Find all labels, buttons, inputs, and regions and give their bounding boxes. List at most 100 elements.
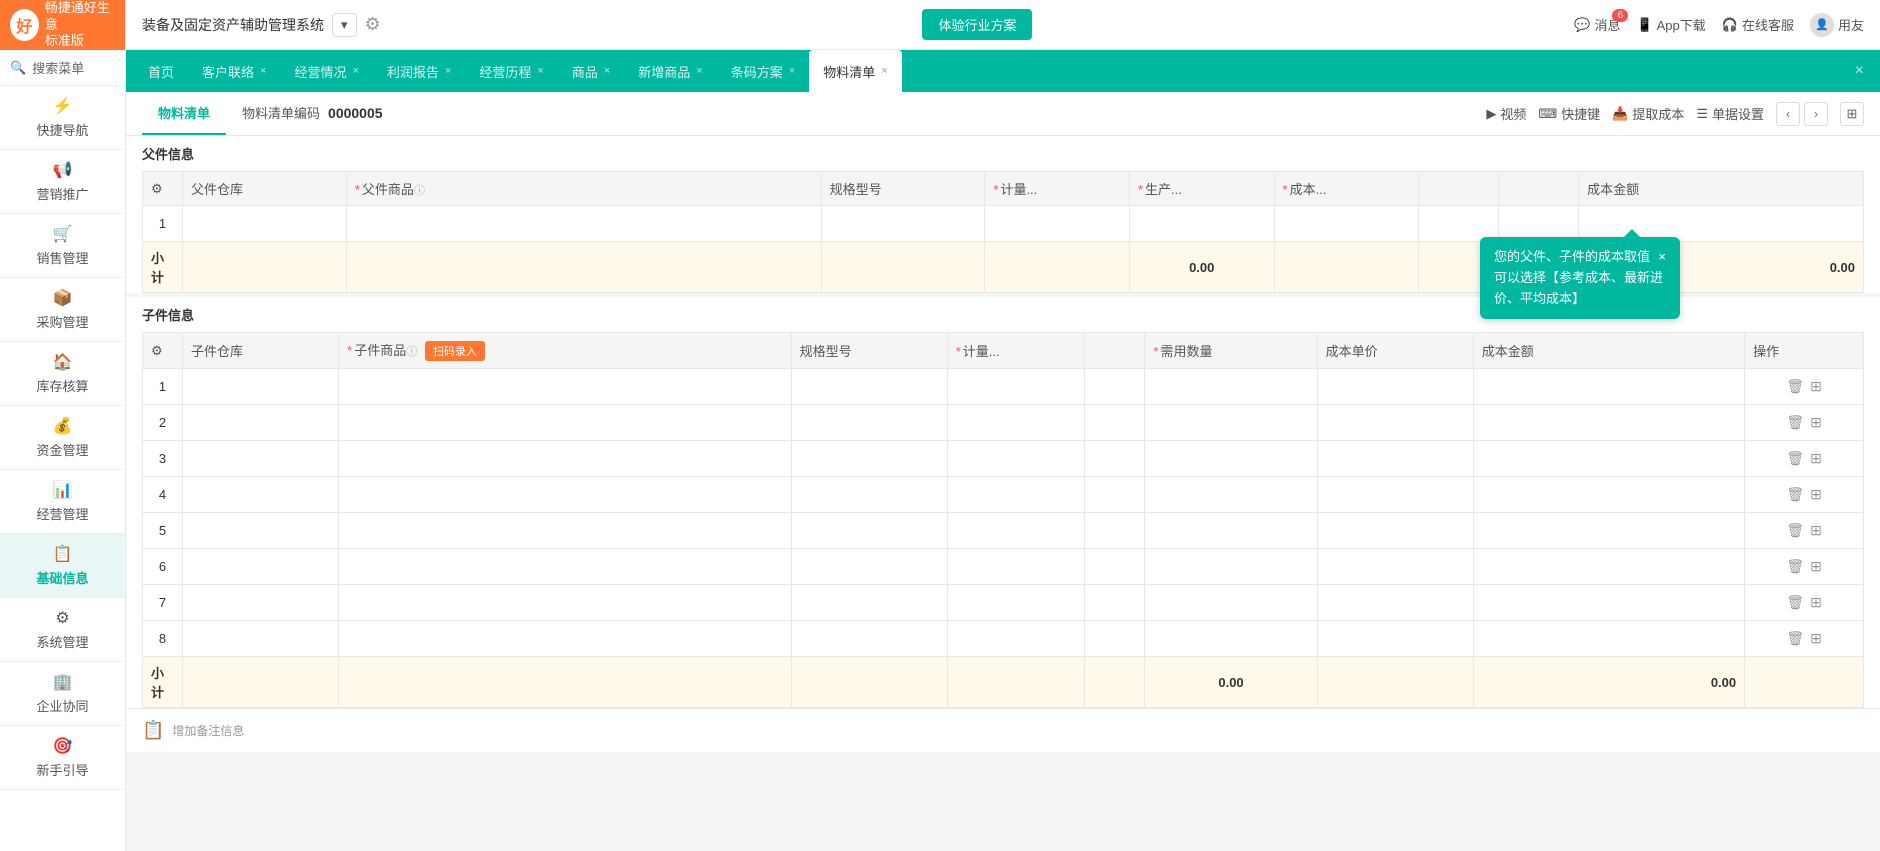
sidebar-item-finance[interactable]: 💰 资金管理 [0, 406, 125, 470]
page-tab-bom-code[interactable]: 物料清单编码 0000005 [226, 92, 399, 135]
child-row-unit-cost[interactable] [1317, 441, 1473, 477]
sidebar-item-guide[interactable]: 🎯 新手引导 [0, 726, 125, 790]
tab-operations[interactable]: 经营情况 × [280, 50, 372, 92]
tab-close-icon[interactable]: × [537, 65, 543, 77]
single-settings-btn[interactable]: ☰ 单据设置 [1696, 104, 1764, 123]
tab-goods[interactable]: 商品 × [558, 50, 624, 92]
delete-icon[interactable]: 🗑 [1786, 450, 1804, 467]
child-row-unit-cost[interactable] [1317, 585, 1473, 621]
parent-row-cost[interactable] [1274, 206, 1419, 242]
page-tab-bom-list[interactable]: 物料清单 [142, 92, 226, 135]
parent-row-warehouse[interactable] [183, 206, 347, 242]
sidebar-item-quick-nav[interactable]: ⚡ 快捷导航 [0, 86, 125, 150]
tab-customer[interactable]: 客户联络 × [188, 50, 280, 92]
child-row-spec[interactable] [791, 405, 947, 441]
trial-button[interactable]: 体验行业方案 [922, 9, 1032, 40]
tab-close-icon[interactable]: × [260, 65, 266, 77]
delete-icon[interactable]: 🗑 [1786, 378, 1804, 395]
copy-icon[interactable]: ⊞ [1810, 378, 1822, 395]
child-row-spec[interactable] [791, 621, 947, 657]
parent-row-unit[interactable] [985, 206, 1130, 242]
child-row-spec[interactable] [791, 513, 947, 549]
copy-icon[interactable]: ⊞ [1810, 630, 1822, 647]
view-btn[interactable]: ▶ 视频 [1486, 104, 1526, 123]
copy-icon[interactable]: ⊞ [1810, 450, 1822, 467]
child-row-unit[interactable] [947, 477, 1085, 513]
sidebar-item-sales[interactable]: 🛒 销售管理 [0, 214, 125, 278]
child-row-warehouse[interactable] [183, 513, 339, 549]
child-row-unit[interactable] [947, 405, 1085, 441]
tab-barcode[interactable]: 条码方案 × [717, 50, 809, 92]
settings-icon[interactable]: ⚙ [365, 14, 381, 35]
delete-icon[interactable]: 🗑 [1786, 630, 1804, 647]
child-row-unit-cost[interactable] [1317, 477, 1473, 513]
copy-icon[interactable]: ⊞ [1810, 486, 1822, 503]
scan-btn[interactable]: 扫码录入 [425, 341, 485, 361]
child-row-qty[interactable] [1145, 369, 1317, 405]
tab-close-icon[interactable]: × [604, 65, 610, 77]
delete-icon[interactable]: 🗑 [1786, 558, 1804, 575]
child-row-spec[interactable] [791, 441, 947, 477]
child-row-unit[interactable] [947, 369, 1085, 405]
child-row-spec[interactable] [791, 477, 947, 513]
sidebar-item-operations[interactable]: 📊 经营管理 [0, 470, 125, 534]
child-row-qty[interactable] [1145, 405, 1317, 441]
child-row-product[interactable] [339, 369, 791, 405]
copy-icon[interactable]: ⊞ [1810, 558, 1822, 575]
child-row-warehouse[interactable] [183, 585, 339, 621]
child-row-product[interactable] [339, 513, 791, 549]
sidebar-item-enterprise[interactable]: 🏢 企业协同 [0, 662, 125, 726]
child-row-warehouse[interactable] [183, 477, 339, 513]
delete-icon[interactable]: 🗑 [1786, 486, 1804, 503]
child-row-warehouse[interactable] [183, 621, 339, 657]
parent-row-product[interactable] [346, 206, 821, 242]
shortcut-btn[interactable]: ⌨ 快捷键 [1538, 104, 1600, 123]
parent-product-help-icon[interactable]: ⓘ [414, 185, 425, 197]
tab-profit[interactable]: 利润报告 × [373, 50, 465, 92]
extract-cost-btn[interactable]: 📥 提取成本 [1612, 104, 1684, 123]
child-row-qty[interactable] [1145, 549, 1317, 585]
tooltip-close-btn[interactable]: × [1658, 247, 1666, 268]
child-row-warehouse[interactable] [183, 549, 339, 585]
child-row-unit-cost[interactable] [1317, 549, 1473, 585]
parent-row-spec[interactable] [821, 206, 985, 242]
delete-icon[interactable]: 🗑 [1786, 522, 1804, 539]
tab-new-goods[interactable]: 新增商品 × [624, 50, 716, 92]
copy-icon[interactable]: ⊞ [1810, 594, 1822, 611]
child-row-product[interactable] [339, 585, 791, 621]
sidebar-item-purchase[interactable]: 📦 采购管理 [0, 278, 125, 342]
nav-next-btn[interactable]: › [1804, 102, 1828, 126]
child-row-warehouse[interactable] [183, 441, 339, 477]
copy-icon[interactable]: ⊞ [1810, 522, 1822, 539]
expand-btn[interactable]: ⊞ [1840, 102, 1864, 126]
copy-icon[interactable]: ⊞ [1810, 414, 1822, 431]
child-row-product[interactable] [339, 405, 791, 441]
child-row-unit[interactable] [947, 441, 1085, 477]
app-download-button[interactable]: 📱 App下载 [1636, 15, 1705, 34]
child-row-unit[interactable] [947, 549, 1085, 585]
child-row-product[interactable] [339, 441, 791, 477]
child-row-unit[interactable] [947, 621, 1085, 657]
sidebar-search[interactable]: 🔍 搜索菜单 [0, 50, 125, 86]
child-row-qty[interactable] [1145, 477, 1317, 513]
child-row-unit-cost[interactable] [1317, 369, 1473, 405]
tabs-close-button[interactable]: × [1847, 62, 1872, 80]
child-row-product[interactable] [339, 549, 791, 585]
user-avatar-button[interactable]: 👤 用友 [1810, 13, 1864, 37]
child-col-settings[interactable]: ⚙ [143, 333, 183, 369]
parent-row-production[interactable] [1129, 206, 1274, 242]
sidebar-item-marketing[interactable]: 📢 营销推广 [0, 150, 125, 214]
parent-col-settings[interactable]: ⚙ [143, 172, 183, 206]
child-row-spec[interactable] [791, 585, 947, 621]
child-product-help-icon[interactable]: ⓘ [406, 346, 417, 358]
nav-prev-btn[interactable]: ‹ [1776, 102, 1800, 126]
delete-icon[interactable]: 🗑 [1786, 414, 1804, 431]
child-row-product[interactable] [339, 621, 791, 657]
child-row-qty[interactable] [1145, 585, 1317, 621]
online-service-button[interactable]: 🎧 在线客服 [1722, 15, 1794, 34]
tab-close-icon[interactable]: × [696, 65, 702, 77]
tab-close-icon[interactable]: × [352, 65, 358, 77]
child-row-warehouse[interactable] [183, 369, 339, 405]
delete-icon[interactable]: 🗑 [1786, 594, 1804, 611]
child-row-qty[interactable] [1145, 621, 1317, 657]
